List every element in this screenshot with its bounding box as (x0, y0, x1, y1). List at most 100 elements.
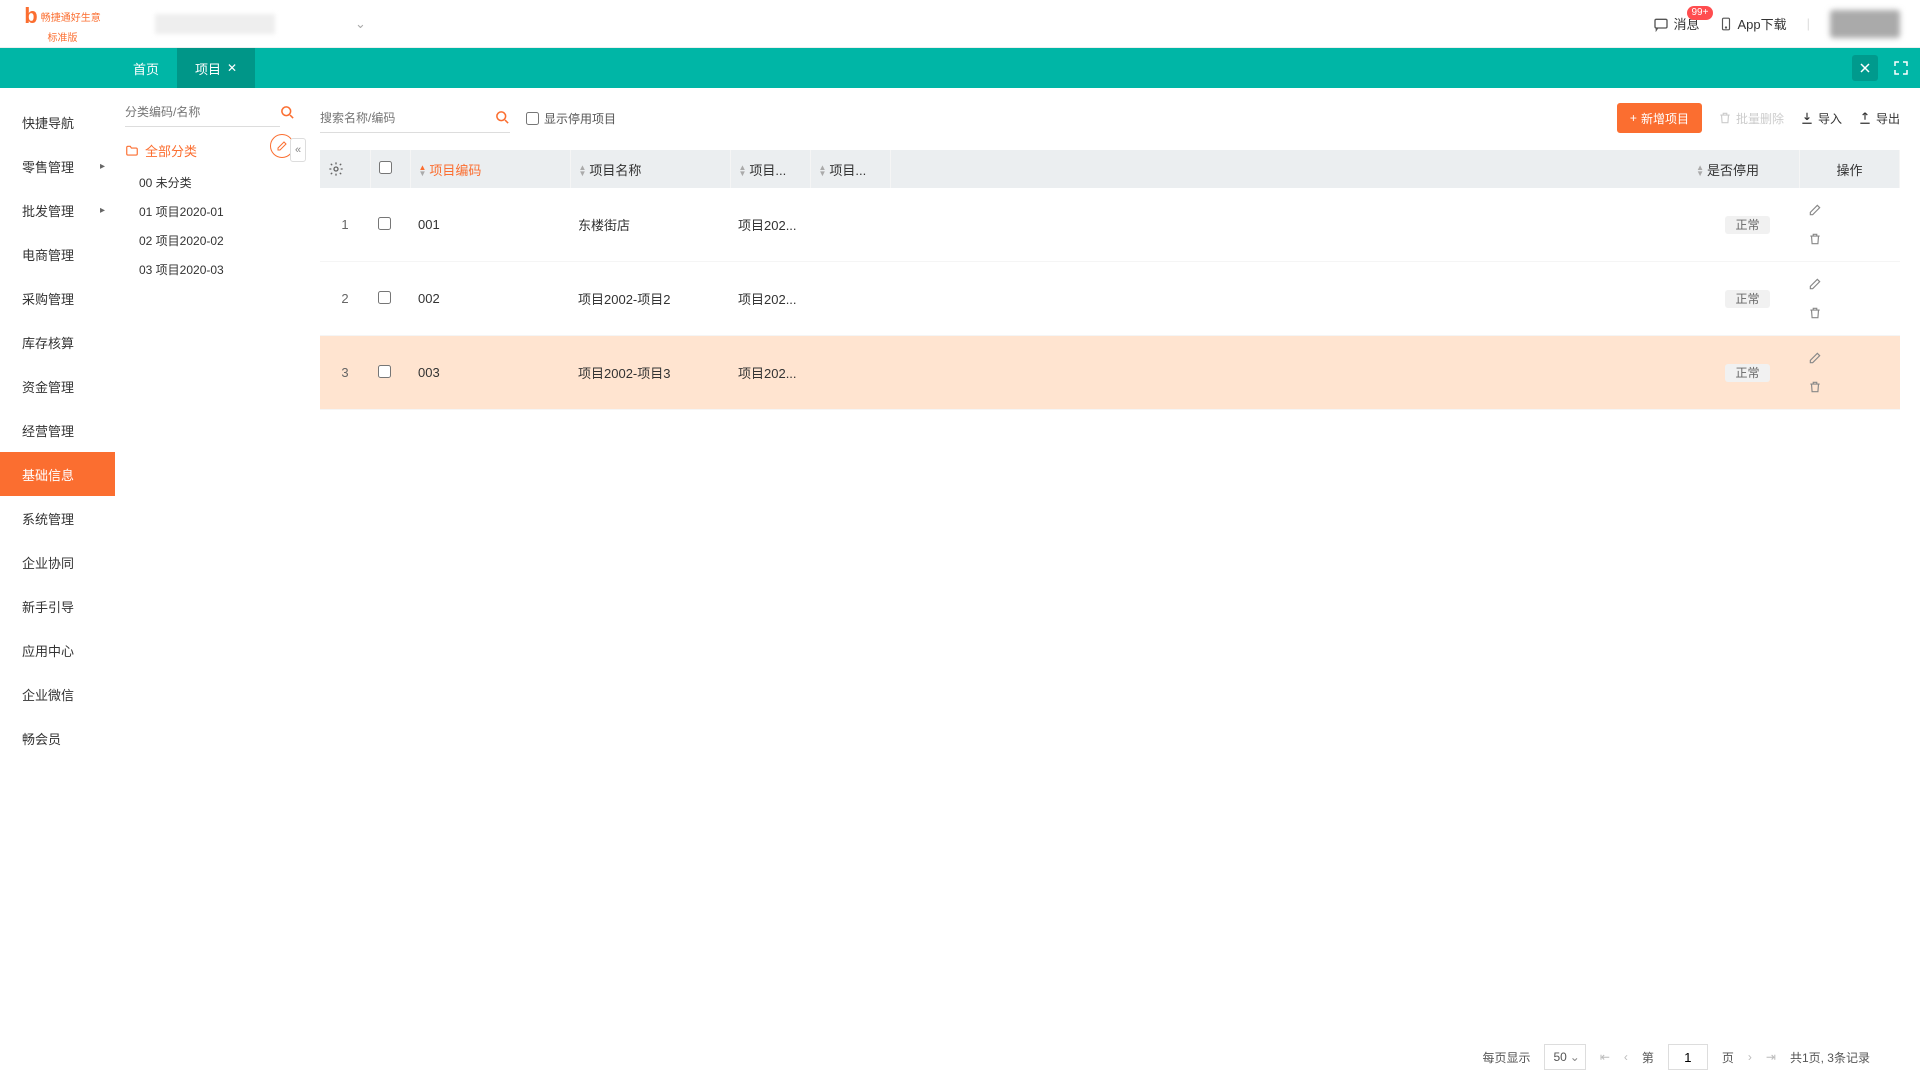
sidebar-item-6[interactable]: 库存核算 (0, 320, 115, 364)
sidebar-item-2[interactable]: 零售管理 ▸ (0, 144, 115, 188)
status-badge: 正常 (1725, 364, 1769, 382)
pagination: 每页显示 50 ⇤ ‹ 第 页 › ⇥ 共1页, 3条记录 (320, 1034, 1900, 1080)
page-suffix: 页 (1722, 1049, 1734, 1066)
show-disabled-label: 显示停用项目 (544, 110, 616, 127)
fullscreen-button[interactable] (1888, 55, 1914, 81)
search-icon[interactable] (495, 110, 510, 125)
download-button[interactable]: App下载 (1719, 14, 1786, 33)
sidebar-item-5[interactable]: 采购管理 (0, 276, 115, 320)
caret-icon: ▸ (100, 161, 105, 172)
company-name-blurred (155, 14, 275, 34)
tree-child-1[interactable]: 01 项目2020-01 (125, 197, 290, 226)
tree-collapse-button[interactable]: « (290, 138, 306, 162)
caret-icon: ▸ (100, 205, 105, 216)
cell-disabled: 正常 (890, 336, 1800, 410)
trash-icon[interactable] (1808, 306, 1892, 320)
download-label: App下载 (1737, 14, 1786, 33)
folder-icon (125, 144, 139, 158)
sidebar-item-label: 基础信息 (22, 465, 74, 484)
close-icon[interactable]: ✕ (227, 61, 237, 75)
sidebar-item-11[interactable]: 企业协同 (0, 540, 115, 584)
export-label: 导出 (1876, 110, 1900, 127)
row-checkbox[interactable] (378, 365, 391, 378)
tree-search-input[interactable] (125, 98, 280, 126)
page-last-icon[interactable]: ⇥ (1766, 1050, 1776, 1064)
export-button[interactable]: 导出 (1858, 110, 1900, 127)
cell-code: 002 (410, 262, 570, 336)
sidebar-item-9[interactable]: 基础信息 (0, 452, 115, 496)
tree-child-0[interactable]: 00 未分类 (125, 168, 290, 197)
table-header-ops: 操作 (1800, 150, 1900, 188)
chevron-down-icon: ⌄ (355, 16, 366, 32)
show-disabled-checkbox[interactable]: 显示停用项目 (526, 110, 616, 127)
content-search (320, 104, 510, 133)
edit-icon[interactable] (1808, 277, 1892, 291)
logo-brand: 畅捷通好生意 (41, 9, 101, 24)
table-settings-header[interactable] (320, 150, 370, 188)
sidebar-item-3[interactable]: 批发管理▸ (0, 188, 115, 232)
main-area: 全部分类 00 未分类01 项目2020-0102 项目2020-0203 项目… (115, 88, 1920, 1080)
table-header-code[interactable]: ▲▼项目编码 (410, 150, 570, 188)
trash-icon[interactable] (1808, 232, 1892, 246)
search-icon[interactable] (280, 105, 295, 120)
import-button[interactable]: 导入 (1800, 110, 1842, 127)
page-summary: 共1页, 3条记录 (1790, 1049, 1870, 1066)
company-selector[interactable]: ⌄ (155, 14, 366, 34)
batch-delete-button[interactable]: 批量删除 (1718, 110, 1784, 127)
table-row[interactable]: 2002项目2002-项目2项目202...正常 (320, 262, 1900, 336)
sidebar-item-4[interactable]: 电商管理 (0, 232, 115, 276)
messages-badge: 99+ (1687, 6, 1714, 20)
tab-home[interactable]: 首页 (115, 48, 177, 88)
table-header-cat[interactable]: ▲▼项目... (730, 150, 810, 188)
left-sidebar: 搜索菜单快捷导航零售管理▸批发管理▸电商管理采购管理库存核算资金管理经营管理基础… (0, 48, 115, 1080)
page-prev-icon[interactable]: ‹ (1624, 1050, 1628, 1064)
messages-button[interactable]: 消息 99+ (1653, 14, 1699, 33)
cell-cat: 项目202... (730, 188, 810, 262)
add-project-button[interactable]: + 新增项目 (1617, 103, 1702, 133)
sidebar-item-14[interactable]: 企业微信 (0, 672, 115, 716)
table-header-cat2[interactable]: ▲▼项目... (810, 150, 890, 188)
edit-icon[interactable] (1808, 351, 1892, 365)
table-checkbox-header[interactable] (370, 150, 410, 188)
sidebar-item-13[interactable]: 应用中心 (0, 628, 115, 672)
row-checkbox[interactable] (378, 291, 391, 304)
tree-child-2[interactable]: 02 项目2020-02 (125, 226, 290, 255)
export-icon (1858, 111, 1872, 125)
user-avatar[interactable] (1830, 10, 1900, 38)
tree-child-3[interactable]: 03 项目2020-03 (125, 255, 290, 284)
content-panel: 显示停用项目 + 新增项目 批量删除 导入 (300, 88, 1920, 1080)
tabs-close-all-button[interactable] (1852, 55, 1878, 81)
cell-cat2 (810, 336, 890, 410)
edit-icon[interactable] (1808, 203, 1892, 217)
sidebar-item-label: 电商管理 (22, 245, 74, 264)
show-disabled-input[interactable] (526, 112, 539, 125)
per-page-label: 每页显示 (1482, 1049, 1530, 1066)
cell-cat2 (810, 262, 890, 336)
project-table: ▲▼项目编码 ▲▼项目名称 ▲▼项目... ▲▼项目... ▲▼是否停用 操作 … (320, 150, 1900, 1034)
sidebar-item-15[interactable]: 畅会员 (0, 716, 115, 760)
page-input[interactable] (1668, 1044, 1708, 1070)
table-row[interactable]: 1001东楼街店项目202...正常 (320, 188, 1900, 262)
table-header-disabled[interactable]: ▲▼是否停用 (890, 150, 1800, 188)
sidebar-item-7[interactable]: 资金管理 (0, 364, 115, 408)
page-first-icon[interactable]: ⇤ (1600, 1050, 1610, 1064)
table-row[interactable]: 3003项目2002-项目3项目202...正常 (320, 336, 1900, 410)
row-index: 1 (320, 188, 370, 262)
sidebar-item-1[interactable]: 快捷导航 (0, 100, 115, 144)
sidebar-item-label: 零售管理 (22, 157, 74, 176)
sidebar-item-10[interactable]: 系统管理 (0, 496, 115, 540)
sidebar-item-12[interactable]: 新手引导 (0, 584, 115, 628)
per-page-select[interactable]: 50 (1544, 1044, 1585, 1070)
content-search-input[interactable] (320, 104, 495, 132)
sidebar-item-8[interactable]: 经营管理 (0, 408, 115, 452)
row-checkbox[interactable] (378, 217, 391, 230)
sidebar-item-label: 畅会员 (22, 729, 61, 748)
page-next-icon[interactable]: › (1748, 1050, 1752, 1064)
tab-project[interactable]: 项目 ✕ (177, 48, 255, 88)
tree-root-all[interactable]: 全部分类 (125, 141, 290, 160)
trash-icon[interactable] (1808, 380, 1892, 394)
sidebar-item-label: 资金管理 (22, 377, 74, 396)
tree-root-label: 全部分类 (145, 141, 197, 160)
cell-cat2 (810, 188, 890, 262)
table-header-name[interactable]: ▲▼项目名称 (570, 150, 730, 188)
